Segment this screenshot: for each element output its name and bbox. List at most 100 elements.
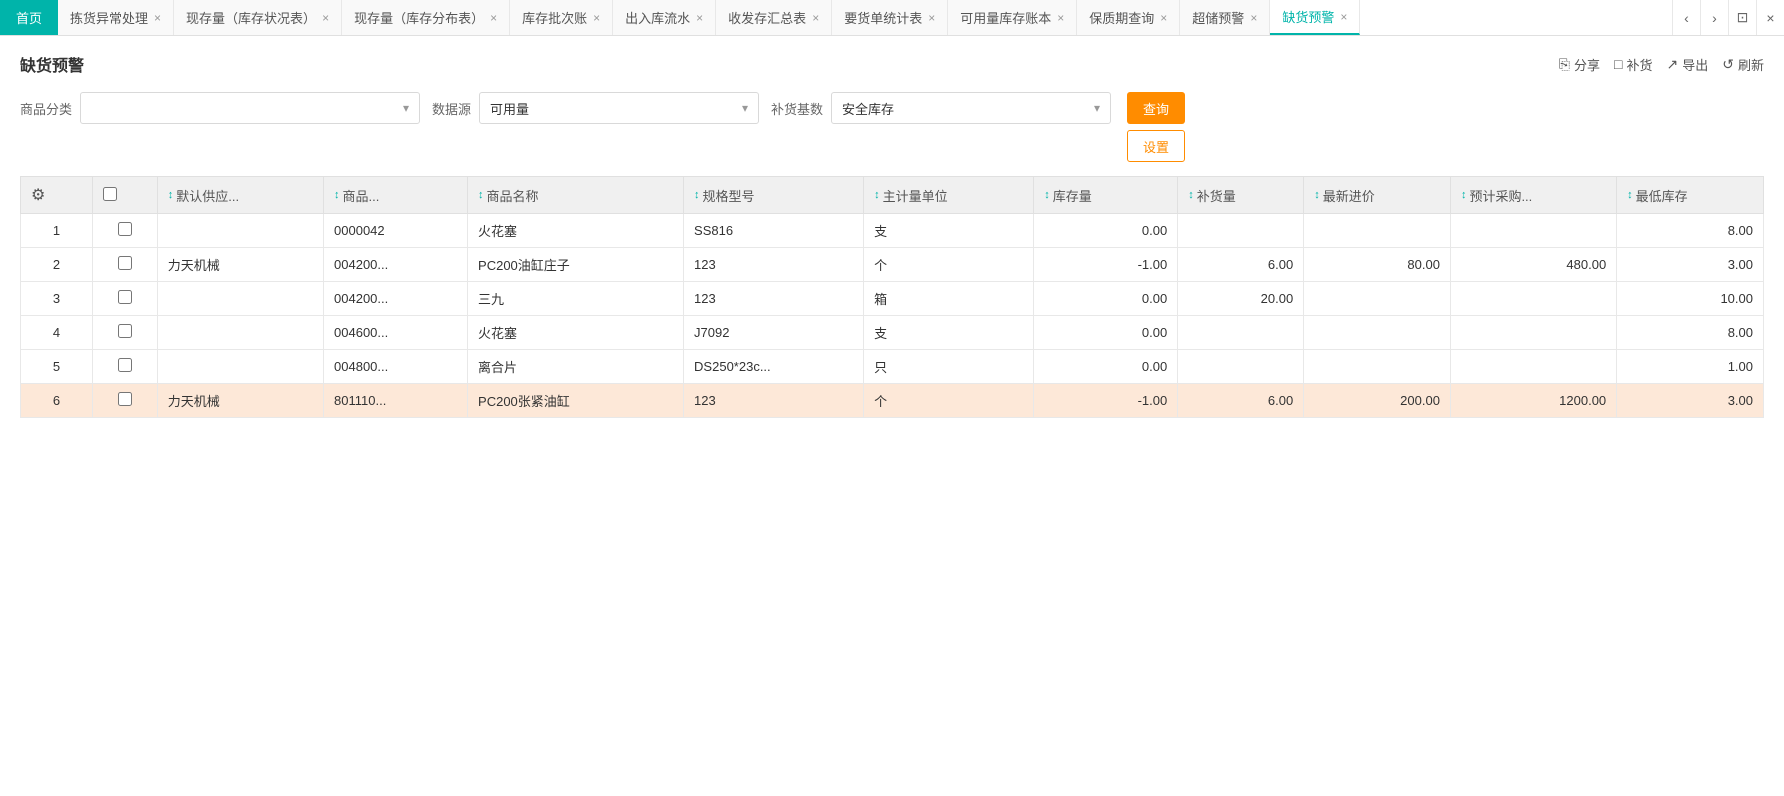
- sort-code-icon[interactable]: ↕: [334, 189, 340, 201]
- row-estpurchase: 480.00: [1450, 248, 1616, 282]
- tab-close-icon[interactable]: ×: [490, 11, 497, 25]
- replenish-label: 补货: [1626, 55, 1652, 74]
- row-estpurchase: [1450, 350, 1616, 384]
- tab-order-stat[interactable]: 要货单统计表×: [832, 0, 948, 35]
- settings-button[interactable]: 设置: [1127, 130, 1185, 162]
- replenish-base-select[interactable]: 安全库存 ▾: [831, 92, 1111, 124]
- row-replenish: 20.00: [1178, 282, 1304, 316]
- tab-available-ledger[interactable]: 可用量库存账本 ×: [948, 0, 1077, 35]
- row-index: 1: [21, 214, 93, 248]
- row-checkbox[interactable]: [118, 392, 132, 406]
- tab-receive-summary[interactable]: 收发存汇总表×: [716, 0, 832, 35]
- th-unit: ↕主计量单位: [864, 177, 1034, 214]
- row-latestprice: 200.00: [1304, 384, 1451, 418]
- tab-label: 拣货异常处理: [70, 8, 148, 27]
- sort-spec-icon[interactable]: ↕: [694, 189, 700, 201]
- query-button[interactable]: 查询: [1127, 92, 1185, 124]
- row-minstok: 10.00: [1617, 282, 1764, 316]
- row-check-cell[interactable]: [93, 384, 158, 418]
- tab-batch[interactable]: 库存批次账×: [510, 0, 613, 35]
- row-unit: 只: [864, 350, 1034, 384]
- sort-replenish-icon[interactable]: ↕: [1188, 189, 1194, 201]
- tab-stock-dist[interactable]: 现存量（库存分布表） ×: [342, 0, 510, 35]
- tab-inout-flow[interactable]: 出入库流水×: [613, 0, 716, 35]
- tab-close-icon[interactable]: ×: [696, 11, 703, 25]
- tab-close-icon[interactable]: ×: [593, 11, 600, 25]
- sort-estpurchase-icon[interactable]: ↕: [1461, 189, 1467, 201]
- tab-label: 可用量库存账本: [960, 8, 1051, 27]
- tab-close-icon[interactable]: ×: [154, 11, 161, 25]
- row-code: 0000042: [324, 214, 468, 248]
- replenish-base-select-value: 安全库存: [842, 99, 894, 118]
- sort-unit-icon[interactable]: ↕: [874, 189, 880, 201]
- sort-minstok-icon[interactable]: ↕: [1627, 189, 1633, 201]
- category-filter-group: 商品分类 ▾: [20, 92, 420, 124]
- data-table: ⚙ ↕默认供应... ↕商品... ↕商品名称 ↕规格型号 ↕主计量单位: [20, 176, 1764, 418]
- share-button[interactable]: ⎘ 分享: [1559, 55, 1600, 74]
- row-unit: 个: [864, 248, 1034, 282]
- datasource-label: 数据源: [432, 99, 471, 118]
- tab-shortage[interactable]: 缺货预警 ×: [1270, 0, 1360, 35]
- tab-overstock[interactable]: 超储预警×: [1180, 0, 1270, 35]
- replenish-base-label: 补货基数: [771, 99, 823, 118]
- tab-prev-button[interactable]: ‹: [1672, 0, 1700, 36]
- sort-supplier-icon[interactable]: ↕: [168, 189, 174, 201]
- tab-close-icon[interactable]: ×: [1057, 11, 1064, 25]
- row-checkbox[interactable]: [118, 222, 132, 236]
- sort-latestprice-icon[interactable]: ↕: [1314, 189, 1320, 201]
- check-all-checkbox[interactable]: [103, 187, 117, 201]
- tab-home[interactable]: 首页: [0, 0, 58, 35]
- tab-close-icon[interactable]: ×: [1160, 11, 1167, 25]
- tab-expiry[interactable]: 保质期查询×: [1077, 0, 1180, 35]
- tab-restore-button[interactable]: ⊡: [1728, 0, 1756, 36]
- row-replenish: 6.00: [1178, 248, 1304, 282]
- row-check-cell[interactable]: [93, 214, 158, 248]
- row-stock: 0.00: [1034, 282, 1178, 316]
- th-spec: ↕规格型号: [684, 177, 864, 214]
- row-check-cell[interactable]: [93, 282, 158, 316]
- row-latestprice: [1304, 282, 1451, 316]
- check-all-header[interactable]: [93, 177, 158, 214]
- header-actions: ⎘ 分享 □ 补货 ↗ 导出 ↺ 刷新: [1559, 55, 1764, 74]
- row-index: 6: [21, 384, 93, 418]
- share-label: 分享: [1574, 55, 1600, 74]
- table-row: 5 004800... 离合片 DS250*23c... 只 0.00 1.00: [21, 350, 1764, 384]
- tab-stock-status[interactable]: 现存量（库存状况表）×: [174, 0, 342, 35]
- refresh-button[interactable]: ↺ 刷新: [1722, 55, 1764, 74]
- tab-close-icon[interactable]: ×: [812, 11, 819, 25]
- export-label: 导出: [1682, 55, 1708, 74]
- row-checkbox[interactable]: [118, 290, 132, 304]
- refresh-icon: ↺: [1722, 56, 1734, 73]
- export-button[interactable]: ↗ 导出: [1667, 55, 1709, 74]
- row-checkbox[interactable]: [118, 324, 132, 338]
- row-spec: 123: [684, 282, 864, 316]
- tab-close-icon[interactable]: ×: [322, 11, 329, 25]
- row-minstok: 8.00: [1617, 214, 1764, 248]
- row-checkbox[interactable]: [118, 358, 132, 372]
- gear-header[interactable]: ⚙: [21, 177, 93, 214]
- row-supplier: [157, 316, 323, 350]
- tab-label: 现存量（库存分布表）: [354, 8, 484, 27]
- table-row: 3 004200... 三九 123 箱 0.00 20.00 10.00: [21, 282, 1764, 316]
- th-replenish: ↕补货量: [1178, 177, 1304, 214]
- sort-stock-icon[interactable]: ↕: [1044, 189, 1050, 201]
- category-chevron-icon: ▾: [403, 101, 409, 115]
- row-latestprice: [1304, 214, 1451, 248]
- row-check-cell[interactable]: [93, 316, 158, 350]
- row-check-cell[interactable]: [93, 248, 158, 282]
- tab-close-all-button[interactable]: ×: [1756, 0, 1784, 36]
- row-supplier: [157, 350, 323, 384]
- table-header-row: ⚙ ↕默认供应... ↕商品... ↕商品名称 ↕规格型号 ↕主计量单位: [21, 177, 1764, 214]
- row-check-cell[interactable]: [93, 350, 158, 384]
- replenish-button[interactable]: □ 补货: [1614, 55, 1652, 74]
- category-select[interactable]: ▾: [80, 92, 420, 124]
- tab-next-button[interactable]: ›: [1700, 0, 1728, 36]
- tab-close-icon[interactable]: ×: [1250, 11, 1257, 25]
- datasource-select[interactable]: 可用量 ▾: [479, 92, 759, 124]
- tab-close-icon[interactable]: ×: [1340, 10, 1347, 24]
- tab-close-icon[interactable]: ×: [928, 11, 935, 25]
- tab-abnormal[interactable]: 拣货异常处理 ×: [58, 0, 174, 35]
- tab-label: 缺货预警: [1282, 7, 1334, 26]
- sort-name-icon[interactable]: ↕: [478, 189, 484, 201]
- row-checkbox[interactable]: [118, 256, 132, 270]
